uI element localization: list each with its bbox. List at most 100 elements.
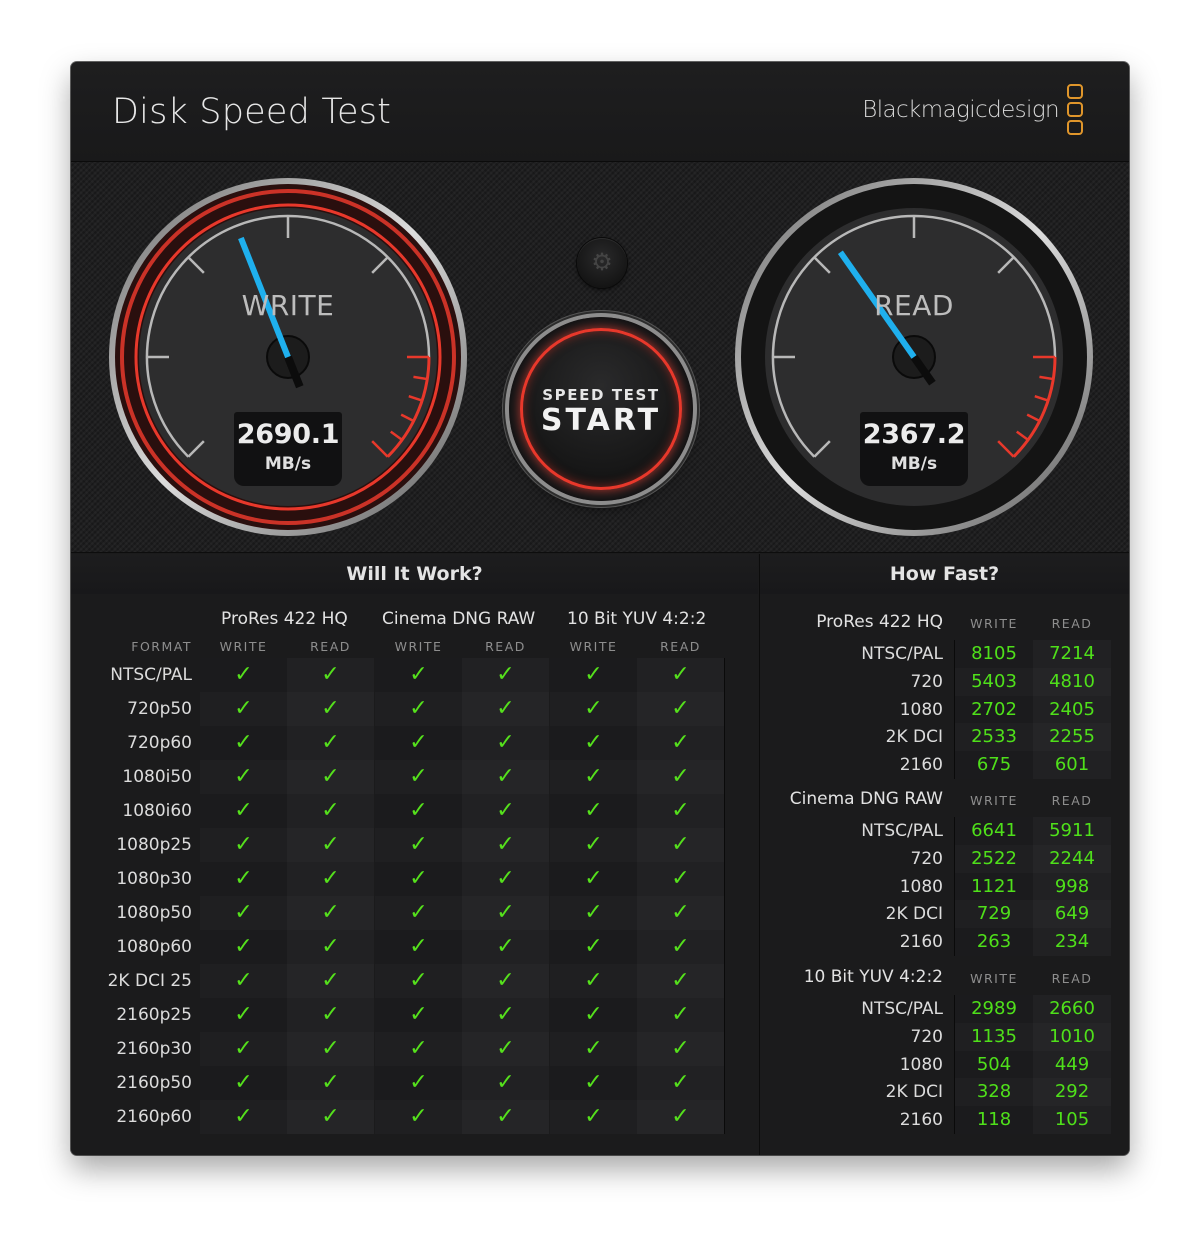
will-col-header-read: READ bbox=[485, 639, 526, 654]
check-icon: ✓ bbox=[550, 862, 637, 896]
check-icon: ✓ bbox=[550, 658, 637, 692]
how-fast-row: 2160 263 234 bbox=[760, 928, 1129, 957]
how-fast-row: 1080 504 449 bbox=[760, 1050, 1129, 1079]
check-icon: ✓ bbox=[550, 1066, 637, 1100]
write-value: 2533 bbox=[955, 723, 1033, 752]
check-icon: ✓ bbox=[637, 1100, 724, 1134]
check-icon: ✓ bbox=[200, 1032, 287, 1066]
format-label: 2160 bbox=[899, 755, 943, 776]
start-button-subtitle: SPEED TEST bbox=[542, 386, 660, 404]
title-bar: Disk Speed Test Blackmagicdesign bbox=[71, 62, 1129, 162]
write-value: 675 bbox=[955, 751, 1033, 780]
format-row: 1080i50 ✓ ✓ ✓ ✓ ✓ ✓ bbox=[122, 760, 725, 794]
read-value: 2660 bbox=[1033, 995, 1111, 1023]
start-button-label: START bbox=[540, 403, 662, 438]
blackmagic-logo-icon bbox=[1067, 84, 1083, 135]
check-icon: ✓ bbox=[287, 726, 374, 760]
format-label: 720 bbox=[910, 1026, 943, 1047]
check-icon: ✓ bbox=[462, 896, 549, 930]
check-icon: ✓ bbox=[200, 760, 287, 794]
how-fast-col-header-read: READ bbox=[1051, 793, 1093, 808]
speed-test-start-button[interactable]: SPEED TEST START bbox=[509, 317, 693, 501]
format-row: 1080p60 ✓ ✓ ✓ ✓ ✓ ✓ bbox=[116, 930, 725, 964]
how-fast-panel: How Fast? ProRes 422 HQ WRITE READ NTSC/PAL… bbox=[759, 554, 1129, 1155]
check-icon: ✓ bbox=[550, 760, 637, 794]
check-icon: ✓ bbox=[637, 896, 724, 930]
how-fast-row: 1080 2702 2405 bbox=[760, 695, 1129, 724]
group-title-10bit-yuv: 10 Bit YUV 4:2:2 bbox=[567, 609, 707, 629]
how-fast-row: NTSC/PAL 2989 2660 bbox=[760, 995, 1129, 1023]
read-value: 2255 bbox=[1033, 723, 1111, 752]
read-value: 105 bbox=[1033, 1106, 1111, 1135]
format-label: 2K DCI 25 bbox=[107, 971, 192, 991]
format-label: NTSC/PAL bbox=[861, 821, 943, 841]
check-icon: ✓ bbox=[462, 794, 549, 828]
check-icon: ✓ bbox=[375, 998, 462, 1032]
check-icon: ✓ bbox=[375, 794, 462, 828]
check-icon: ✓ bbox=[550, 998, 637, 1032]
settings-button[interactable]: ⚙ bbox=[577, 238, 627, 288]
format-label: 2160p30 bbox=[116, 1039, 192, 1059]
check-icon: ✓ bbox=[375, 1100, 462, 1134]
read-speed-unit: MB/s bbox=[890, 454, 938, 474]
check-icon: ✓ bbox=[200, 692, 287, 726]
check-icon: ✓ bbox=[200, 1100, 287, 1134]
how-fast-col-header-read: READ bbox=[1051, 616, 1093, 631]
format-label: 720 bbox=[910, 848, 943, 869]
check-icon: ✓ bbox=[462, 828, 549, 862]
format-label: 720p50 bbox=[127, 699, 192, 719]
check-icon: ✓ bbox=[287, 794, 374, 828]
how-fast-section-title: ProRes 422 HQ bbox=[816, 612, 943, 632]
check-icon: ✓ bbox=[550, 828, 637, 862]
format-label: 1080 bbox=[899, 1054, 943, 1075]
check-icon: ✓ bbox=[287, 760, 374, 794]
will-col-header-write: WRITE bbox=[219, 639, 268, 654]
will-col-header-write: WRITE bbox=[569, 639, 618, 654]
how-fast-row: 2K DCI 328 292 bbox=[760, 1078, 1129, 1107]
gear-icon: ⚙ bbox=[591, 248, 613, 276]
format-label: 2K DCI bbox=[885, 1082, 943, 1103]
how-fast-row: 2K DCI 2533 2255 bbox=[760, 723, 1129, 752]
check-icon: ✓ bbox=[200, 930, 287, 964]
how-fast-title: How Fast? bbox=[889, 563, 1000, 585]
check-icon: ✓ bbox=[375, 930, 462, 964]
how-fast-col-header-write: WRITE bbox=[970, 616, 1018, 631]
format-row: 720p60 ✓ ✓ ✓ ✓ ✓ ✓ bbox=[127, 726, 725, 760]
read-value: 601 bbox=[1033, 751, 1111, 780]
format-label: 2K DCI bbox=[885, 904, 943, 925]
check-icon: ✓ bbox=[375, 726, 462, 760]
write-readout: 2690.1 MB/s bbox=[234, 412, 342, 486]
write-value: 2522 bbox=[955, 844, 1033, 873]
read-gauge-label: READ bbox=[874, 289, 954, 322]
check-icon: ✓ bbox=[287, 1032, 374, 1066]
check-icon: ✓ bbox=[462, 1032, 549, 1066]
write-speed-unit: MB/s bbox=[264, 454, 312, 474]
format-label: 2160 bbox=[899, 932, 943, 953]
check-icon: ✓ bbox=[462, 930, 549, 964]
brand-name: Blackmagicdesign bbox=[862, 96, 1059, 123]
check-icon: ✓ bbox=[200, 964, 287, 998]
write-value: 5403 bbox=[955, 667, 1033, 696]
format-label: 1080i50 bbox=[122, 767, 192, 787]
check-icon: ✓ bbox=[462, 658, 549, 692]
check-icon: ✓ bbox=[200, 862, 287, 896]
check-icon: ✓ bbox=[462, 862, 549, 896]
format-label: 2160p50 bbox=[116, 1073, 192, 1093]
format-label: NTSC/PAL bbox=[110, 665, 192, 685]
how-fast-section-title: Cinema DNG RAW bbox=[789, 789, 943, 809]
read-value: 234 bbox=[1033, 928, 1111, 957]
check-icon: ✓ bbox=[550, 692, 637, 726]
format-row: 2160p25 ✓ ✓ ✓ ✓ ✓ ✓ bbox=[116, 998, 725, 1032]
format-label: 1080p50 bbox=[116, 903, 192, 923]
read-value: 4810 bbox=[1033, 667, 1111, 696]
check-icon: ✓ bbox=[550, 896, 637, 930]
write-value: 504 bbox=[955, 1050, 1033, 1079]
how-fast-col-header-read: READ bbox=[1051, 971, 1093, 986]
check-icon: ✓ bbox=[637, 862, 724, 896]
how-fast-col-header-write: WRITE bbox=[970, 793, 1018, 808]
read-value: 649 bbox=[1033, 900, 1111, 929]
check-icon: ✓ bbox=[462, 998, 549, 1032]
write-value: 1135 bbox=[955, 1022, 1033, 1051]
check-icon: ✓ bbox=[550, 930, 637, 964]
how-fast-row: 2160 118 105 bbox=[760, 1106, 1129, 1135]
